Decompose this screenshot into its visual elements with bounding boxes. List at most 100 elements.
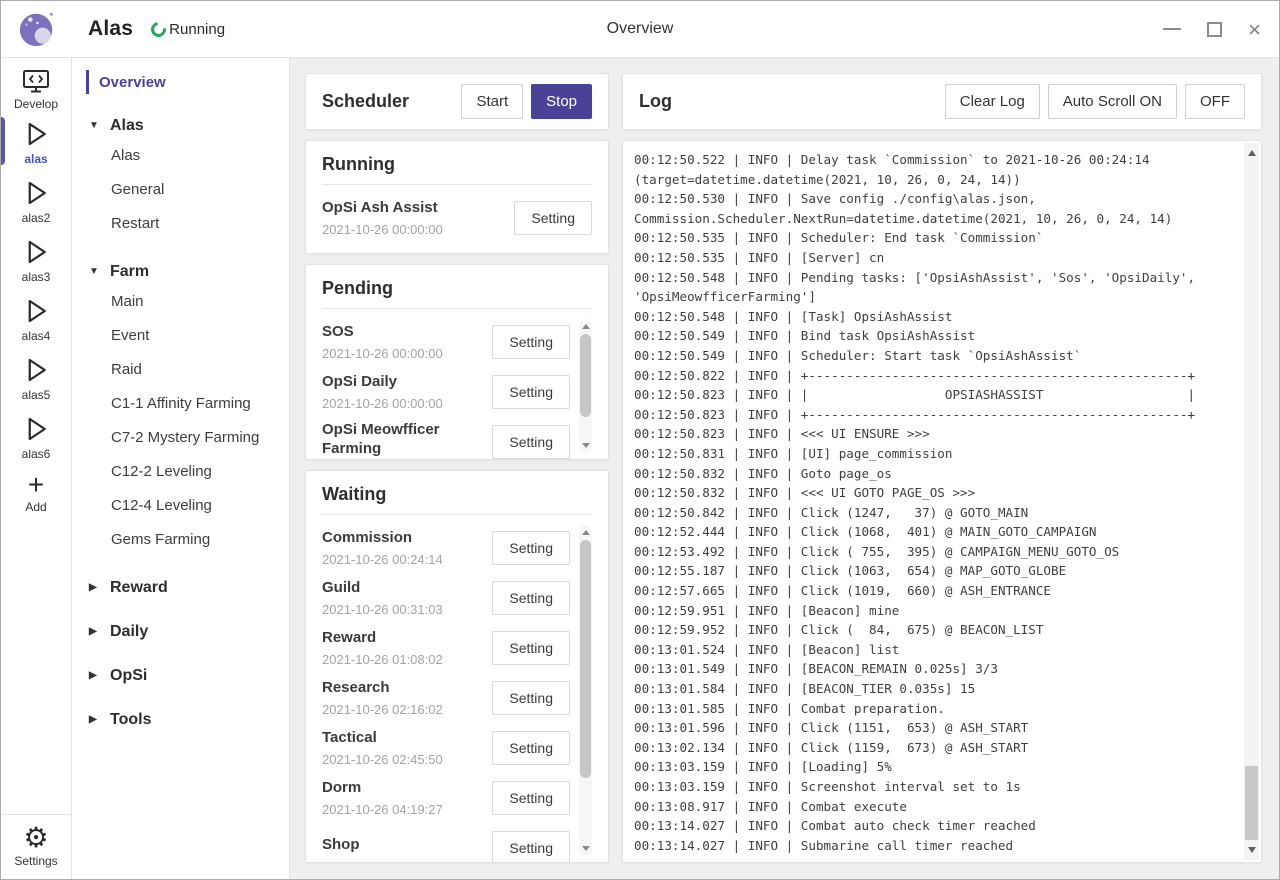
setting-button[interactable]: Setting [492,425,570,459]
scroll-down-icon[interactable] [582,846,590,851]
autoscroll-on-button[interactable]: Auto Scroll ON [1048,84,1177,119]
setting-button[interactable]: Setting [514,201,592,235]
task-time: 2021-10-26 00:31:03 [322,602,492,617]
setting-button[interactable]: Setting [492,831,570,862]
scroll-up-icon[interactable] [1248,150,1256,156]
nav-item-c12-4-leveling[interactable]: C12-4 Leveling [72,488,289,522]
rail-item-alas4[interactable]: alas4 [1,291,71,350]
setting-button[interactable]: Setting [492,325,570,359]
nav-item-alas[interactable]: Alas [72,138,289,172]
setting-button[interactable]: Setting [492,731,570,765]
nav-item-c12-2-leveling[interactable]: C12-2 Leveling [72,454,289,488]
rail-item-alas6[interactable]: alas6 [1,409,71,468]
log-scrollbar[interactable] [1244,143,1259,860]
rail-label-alas3: alas3 [22,270,51,284]
task-time: 2021-10-26 02:45:50 [322,752,492,767]
stop-button[interactable]: Stop [531,84,592,119]
waiting-title: Waiting [322,484,592,505]
setting-button[interactable]: Setting [492,631,570,665]
scroll-down-icon[interactable] [1248,847,1256,853]
rail-item-alas5[interactable]: alas5 [1,350,71,409]
nav-item-main[interactable]: Main [72,284,289,318]
task-name: Research [322,679,492,698]
scroll-up-icon[interactable] [582,530,590,535]
scheduler-title: Scheduler [322,91,461,112]
window-controls: × [1163,22,1261,37]
pending-list: SOS 2021-10-26 00:00:00 Setting OpSi Dai… [322,309,592,459]
nav-group-farm[interactable]: ▼ Farm [72,259,289,284]
log-line: 00:13:08.917 | INFO | Combat execute [634,797,1231,817]
nav-item-c1-1-affinity-farming[interactable]: C1-1 Affinity Farming [72,386,289,420]
task-info: OpSi Ash Assist 2021-10-26 00:00:00 [322,199,514,238]
log-line: 00:12:52.444 | INFO | Click (1068, 401) … [634,522,1231,542]
log-line: 00:13:03.159 | INFO | Screenshot interva… [634,777,1231,797]
maximize-icon[interactable] [1207,22,1222,37]
nav-group-tools[interactable]: ▶ Tools [72,707,289,732]
task-time: 2021-10-26 02:16:02 [322,702,492,717]
nav-group-opsi[interactable]: ▶ OpSi [72,663,289,688]
rail-item-alas2[interactable]: alas2 [1,173,71,232]
task-name: Shop [322,836,492,855]
nav-group-alas[interactable]: ▼ Alas [72,113,289,138]
log-line: 00:13:02.134 | INFO | Click (1159, 673) … [634,738,1231,758]
setting-button[interactable]: Setting [492,581,570,615]
log-title: Log [639,91,937,112]
setting-button[interactable]: Setting [492,781,570,815]
nav-item-restart[interactable]: Restart [72,206,289,240]
waiting-scrollbar[interactable] [579,525,592,856]
log-line: 00:13:01.524 | INFO | [Beacon] list [634,640,1231,660]
log-line: 00:12:55.187 | INFO | Click (1063, 654) … [634,561,1231,581]
task-info: Dorm 2021-10-26 04:19:27 [322,779,492,818]
play-icon [21,354,51,386]
nav-item-general[interactable]: General [72,172,289,206]
waiting-panel: Waiting Commission 2021-10-26 00:24:14 S… [305,470,609,863]
clear-log-button[interactable]: Clear Log [945,84,1040,119]
log-line: 00:12:50.823 | INFO | <<< UI ENSURE >>> [634,424,1231,444]
scrollbar-thumb[interactable] [1245,766,1258,840]
minimize-icon[interactable] [1163,28,1181,30]
task-info: Research 2021-10-26 02:16:02 [322,679,492,718]
task-row: Tactical 2021-10-26 02:45:50 Setting [322,723,570,773]
rail-label-alas: alas [24,152,47,166]
log-panel: 00:12:50.522 | INFO | Delay task `Commis… [622,140,1262,863]
rail-label-alas2: alas2 [22,211,51,225]
task-time: 2021-10-26 00:00:00 [322,396,492,411]
setting-button[interactable]: Setting [492,375,570,409]
pending-scrollbar[interactable] [579,319,592,453]
setting-button[interactable]: Setting [492,531,570,565]
nav-item-event[interactable]: Event [72,318,289,352]
nav-item-overview[interactable]: Overview [86,70,289,94]
nav-group-label: Alas [110,117,144,135]
task-row: OpSi Ash Assist 2021-10-26 00:00:00 Sett… [322,193,592,243]
setting-button[interactable]: Setting [492,681,570,715]
autoscroll-off-button[interactable]: OFF [1185,84,1245,119]
task-row: OpSi Daily 2021-10-26 00:00:00 Setting [322,367,570,417]
rail-item-alas3[interactable]: alas3 [1,232,71,291]
task-info: Guild 2021-10-26 00:31:03 [322,579,492,618]
log-line: 00:12:50.823 | INFO | +-----------------… [634,405,1231,425]
nav-group-label: Daily [110,623,148,641]
rail-item-develop[interactable]: Develop [1,58,71,114]
scroll-down-icon[interactable] [582,443,590,448]
nav-group-daily[interactable]: ▶ Daily [72,619,289,644]
rail-item-settings[interactable]: ⚙ Settings [1,814,71,879]
nav-item-c7-2-mystery-farming[interactable]: C7-2 Mystery Farming [72,420,289,454]
waiting-list: Commission 2021-10-26 00:24:14 Setting G… [322,515,592,862]
log-line: 00:12:59.951 | INFO | [Beacon] mine [634,601,1231,621]
scrollbar-thumb[interactable] [580,334,591,417]
close-icon[interactable]: × [1248,22,1261,37]
rail-item-add[interactable]: + Add [1,468,71,527]
scrollbar-thumb[interactable] [580,540,591,778]
nav-item-raid[interactable]: Raid [72,352,289,386]
task-name: OpSi Daily [322,373,492,392]
rail-item-alas[interactable]: alas [1,114,71,173]
task-name: OpSi Ash Assist [322,199,514,218]
app-title: Alas [88,17,133,41]
chevron-down-icon: ▼ [89,120,99,131]
start-button[interactable]: Start [461,84,523,119]
nav-group-reward[interactable]: ▶ Reward [72,575,289,600]
page-title: Overview [607,20,674,38]
scroll-up-icon[interactable] [582,324,590,329]
nav-group-label: OpSi [110,667,147,685]
nav-item-gems-farming[interactable]: Gems Farming [72,522,289,556]
